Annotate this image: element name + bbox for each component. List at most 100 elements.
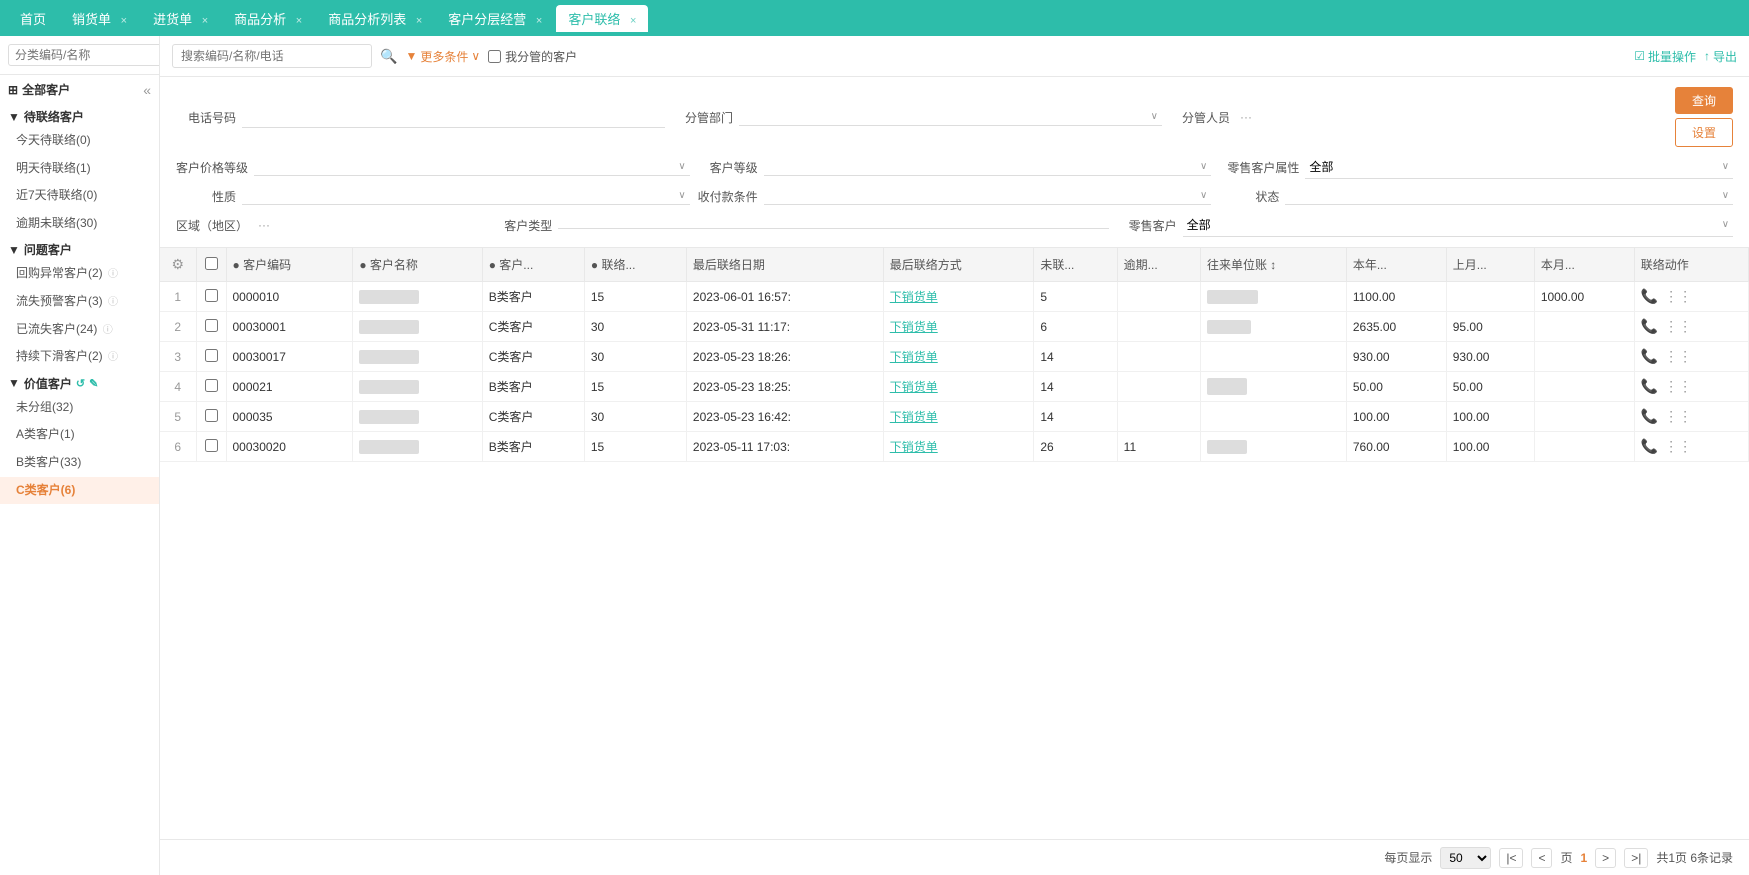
sidebar-item-today[interactable]: 今天待联络(0) xyxy=(0,127,159,155)
sidebar-collapse-icon[interactable]: « xyxy=(143,82,151,98)
sidebar-item-class-a[interactable]: A类客户(1) xyxy=(0,421,159,449)
last-page-btn[interactable]: >| xyxy=(1624,848,1648,868)
action-more-icon-1[interactable]: ⋮⋮ xyxy=(1664,318,1692,335)
nav-product-analysis[interactable]: 商品分析 × xyxy=(222,5,314,32)
close-purchase-icon[interactable]: × xyxy=(202,15,208,27)
close-product-analysis-icon[interactable]: × xyxy=(296,15,302,27)
action-phone-icon-1[interactable]: 📞 xyxy=(1641,318,1658,335)
sidebar-search-input[interactable] xyxy=(8,44,160,66)
nav-sales[interactable]: 销货单 × xyxy=(60,5,139,32)
last-method-link-1[interactable]: 下销货单 xyxy=(890,320,938,334)
nav-product-list[interactable]: 商品分析列表 × xyxy=(316,5,434,32)
last-method-link-2[interactable]: 下销货单 xyxy=(890,350,938,364)
my-customers-checkbox[interactable] xyxy=(488,50,501,63)
filter-region-ellipsis[interactable]: ··· xyxy=(258,218,270,232)
filter-customer-value-select[interactable]: ∨ xyxy=(254,158,690,176)
sidebar-item-unclassified[interactable]: 未分组(32) xyxy=(0,394,159,422)
close-customer-segment-icon[interactable]: × xyxy=(536,15,542,27)
close-product-list-icon[interactable]: × xyxy=(416,15,422,27)
search-button[interactable]: 🔍 xyxy=(380,48,397,65)
sidebar-item-warning[interactable]: 流失预警客户(3) ⓘ xyxy=(0,288,159,316)
sidebar-item-declining[interactable]: 持续下滑客户(2) ⓘ xyxy=(0,343,159,371)
row-checkbox-2[interactable] xyxy=(205,349,218,362)
filter-customer-type-select[interactable] xyxy=(558,222,1108,229)
settings-gear-icon[interactable]: ⚙ xyxy=(171,256,184,272)
cell-check[interactable] xyxy=(196,402,226,432)
cell-last-method[interactable]: 下销货单 xyxy=(883,402,1034,432)
edit-icon-value[interactable]: ✎ xyxy=(89,377,98,390)
row-checkbox-0[interactable] xyxy=(205,289,218,302)
last-method-link-3[interactable]: 下销货单 xyxy=(890,380,938,394)
filter-retail-customer-select[interactable]: 全部 ∨ xyxy=(1183,213,1733,237)
action-more-icon-3[interactable]: ⋮⋮ xyxy=(1664,378,1692,395)
th-unliaison[interactable]: 未联... xyxy=(1034,248,1117,282)
th-customer-type[interactable]: ● 客户... xyxy=(482,248,584,282)
first-page-btn[interactable]: |< xyxy=(1499,848,1523,868)
th-year[interactable]: 本年... xyxy=(1346,248,1446,282)
cell-check[interactable] xyxy=(196,432,226,462)
action-more-icon-5[interactable]: ⋮⋮ xyxy=(1664,438,1692,455)
filter-customer-level-select[interactable]: ∨ xyxy=(764,158,1212,176)
cell-last-method[interactable]: 下销货单 xyxy=(883,432,1034,462)
th-overdue[interactable]: 逾期... xyxy=(1117,248,1200,282)
filter-payment-select[interactable]: ∨ xyxy=(764,187,1212,205)
sidebar-item-class-b[interactable]: B类客户(33) xyxy=(0,449,159,477)
th-customer-name[interactable]: ● 客户名称 xyxy=(353,248,482,282)
filter-retail-attr-select[interactable]: 全部∨ xyxy=(1305,155,1733,179)
cell-last-method[interactable]: 下销货单 xyxy=(883,282,1034,312)
action-more-icon-0[interactable]: ⋮⋮ xyxy=(1664,288,1692,305)
cell-check[interactable] xyxy=(196,372,226,402)
batch-operation-btn[interactable]: ☑ 批量操作 xyxy=(1634,48,1696,65)
th-this-month[interactable]: 本月... xyxy=(1534,248,1634,282)
sidebar-all-customers[interactable]: ⊞ 全部客户 « xyxy=(0,75,159,104)
prev-page-btn[interactable]: < xyxy=(1531,848,1552,868)
th-contact-days[interactable]: ● 联络... xyxy=(584,248,686,282)
row-checkbox-4[interactable] xyxy=(205,409,218,422)
row-checkbox-1[interactable] xyxy=(205,319,218,332)
row-checkbox-5[interactable] xyxy=(205,439,218,452)
nav-home[interactable]: 首页 xyxy=(8,5,58,32)
sidebar-item-abnormal[interactable]: 回购异常客户(2) ⓘ xyxy=(0,260,159,288)
th-last-month[interactable]: 上月... xyxy=(1446,248,1534,282)
nav-customer-segment[interactable]: 客户分层经营 × xyxy=(436,5,554,32)
th-check[interactable] xyxy=(196,248,226,282)
refresh-icon-value[interactable]: ↺ xyxy=(76,377,85,390)
action-more-icon-4[interactable]: ⋮⋮ xyxy=(1664,408,1692,425)
close-customer-contact-icon[interactable]: × xyxy=(630,15,636,27)
sidebar-item-tomorrow[interactable]: 明天待联络(1) xyxy=(0,155,159,183)
nav-purchase[interactable]: 进货单 × xyxy=(141,5,220,32)
last-method-link-0[interactable]: 下销货单 xyxy=(890,290,938,304)
settings-button[interactable]: 设置 xyxy=(1675,118,1733,147)
cell-check[interactable] xyxy=(196,312,226,342)
nav-customer-contact[interactable]: 客户联络 × xyxy=(556,5,648,32)
sidebar-item-class-c[interactable]: C类客户(6) xyxy=(0,477,159,505)
filter-dept-select[interactable]: ∨ xyxy=(739,108,1162,126)
sidebar-item-7days[interactable]: 近7天待联络(0) xyxy=(0,182,159,210)
sidebar-item-lost[interactable]: 已流失客户(24) ⓘ xyxy=(0,316,159,344)
action-phone-icon-0[interactable]: 📞 xyxy=(1641,288,1658,305)
query-button[interactable]: 查询 xyxy=(1675,87,1733,114)
my-customers-checkbox-label[interactable]: 我分管的客户 xyxy=(488,48,577,65)
filter-gender-select[interactable]: ∨ xyxy=(242,187,690,205)
last-method-link-4[interactable]: 下销货单 xyxy=(890,410,938,424)
filter-status-select[interactable]: ∨ xyxy=(1285,187,1733,205)
th-last-method[interactable]: 最后联络方式 xyxy=(883,248,1034,282)
cell-check[interactable] xyxy=(196,282,226,312)
action-phone-icon-3[interactable]: 📞 xyxy=(1641,378,1658,395)
cell-check[interactable] xyxy=(196,342,226,372)
last-method-link-5[interactable]: 下销货单 xyxy=(890,440,938,454)
action-phone-icon-2[interactable]: 📞 xyxy=(1641,348,1658,365)
per-page-select[interactable]: 50 100 200 xyxy=(1440,847,1491,869)
export-btn[interactable]: ↑ 导出 xyxy=(1704,48,1737,65)
more-conditions-btn[interactable]: ▼ 更多条件 ∨ xyxy=(405,48,480,65)
row-checkbox-3[interactable] xyxy=(205,379,218,392)
sidebar-item-overdue[interactable]: 逾期未联络(30) xyxy=(0,210,159,238)
select-all-checkbox[interactable] xyxy=(205,257,218,270)
action-phone-icon-5[interactable]: 📞 xyxy=(1641,438,1658,455)
next-page-btn[interactable]: > xyxy=(1595,848,1616,868)
th-customer-code[interactable]: ● 客户编码 xyxy=(226,248,353,282)
close-sales-icon[interactable]: × xyxy=(121,15,127,27)
cell-last-method[interactable]: 下销货单 xyxy=(883,312,1034,342)
cell-last-method[interactable]: 下销货单 xyxy=(883,342,1034,372)
search-input[interactable] xyxy=(172,44,372,68)
